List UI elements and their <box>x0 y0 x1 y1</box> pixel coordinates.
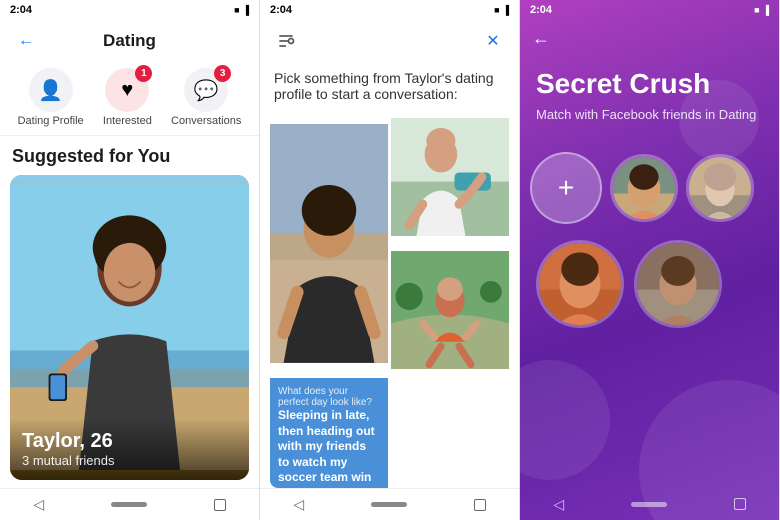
recents-square-3[interactable] <box>734 498 746 510</box>
battery-icon-3: ■ <box>754 5 759 15</box>
p3-content: Secret Crush Match with Facebook friends… <box>520 57 779 136</box>
deco-circle-2 <box>520 360 610 480</box>
bottom-nav-3: ◁ <box>520 488 779 520</box>
signal-icon-3: ▐ <box>763 5 769 15</box>
time-3: 2:04 <box>530 4 552 16</box>
crush-avatar-svg-2 <box>689 157 751 219</box>
interested-label: Interested <box>103 115 152 127</box>
back-gesture-2[interactable]: ◁ <box>293 496 304 513</box>
back-button-1[interactable]: ← <box>12 27 40 55</box>
p2-header: ✕ <box>260 20 519 62</box>
recents-square[interactable] <box>214 499 226 511</box>
nav-item-interested[interactable]: ♥ 1 Interested <box>103 68 152 127</box>
photo-svg-2 <box>391 112 509 242</box>
back-gesture-3[interactable]: ◁ <box>553 496 564 513</box>
crush-avatar-2[interactable] <box>686 154 754 222</box>
status-bar-1: 2:04 ■ ▐ <box>0 0 259 20</box>
panel-secret-crush: 2:04 ■ ▐ ← Secret Crush Match with Faceb… <box>520 0 780 520</box>
conversations-badge: 3 <box>214 65 231 82</box>
signal-icon: ▐ <box>243 5 249 15</box>
photo-grid: What does your perfect day look like? Sl… <box>270 112 509 488</box>
status-icons-2: ■ ▐ <box>494 5 509 15</box>
back-gesture[interactable]: ◁ <box>33 496 44 513</box>
photo-cell-3[interactable] <box>391 245 509 375</box>
secret-crush-title: Secret Crush <box>536 69 763 100</box>
close-button[interactable]: ✕ <box>479 27 507 55</box>
crush-avatar-svg-1 <box>613 157 675 219</box>
dating-profile-label: Dating Profile <box>18 115 84 127</box>
photo-svg-1 <box>270 112 388 375</box>
profile-name: Taylor, 26 <box>22 430 237 453</box>
photo-cell-4[interactable]: What does your perfect day look like? Sl… <box>270 378 388 488</box>
nav-item-dating-profile[interactable]: 👤 Dating Profile <box>18 68 84 127</box>
battery-icon-2: ■ <box>494 5 499 15</box>
panel-dating: 2:04 ■ ▐ ← Dating 👤 Dating Profile ♥ 1 I… <box>0 0 260 520</box>
p2-prompt: Pick something from Taylor's dating prof… <box>260 62 519 112</box>
crush-avatar-large-svg-1 <box>539 243 621 325</box>
question-text: What does your perfect day look like? <box>278 386 380 408</box>
bottom-nav-2: ◁ <box>260 488 519 520</box>
interested-icon-bg: ♥ 1 <box>105 68 149 112</box>
p3-header: ← <box>520 20 779 57</box>
dating-profile-icon: 👤 <box>38 78 63 103</box>
profile-card[interactable]: Taylor, 26 3 mutual friends <box>10 175 249 480</box>
crush-avatar-large-2[interactable] <box>634 240 722 328</box>
recents-square-2[interactable] <box>474 499 486 511</box>
photo-cell-1[interactable] <box>270 112 388 375</box>
crush-avatar-large-svg-2 <box>637 243 719 325</box>
signal-icon-2: ▐ <box>503 5 509 15</box>
status-icons-1: ■ ▐ <box>234 5 249 15</box>
dating-nav: 👤 Dating Profile ♥ 1 Interested 💬 3 Conv… <box>0 62 259 136</box>
suggested-label: Suggested for You <box>0 136 259 175</box>
status-bar-3: 2:04 ■ ▐ <box>520 0 779 20</box>
conversations-label: Conversations <box>171 115 241 127</box>
status-bar-2: 2:04 ■ ▐ <box>260 0 519 20</box>
conversations-icon-bg: 💬 3 <box>184 68 228 112</box>
answer-text: Sleeping in late, then heading out with … <box>278 408 380 488</box>
crush-avatar-large-1[interactable] <box>536 240 624 328</box>
filter-icon <box>276 31 296 51</box>
crush-avatars-row: + <box>520 136 779 240</box>
battery-icon: ■ <box>234 5 239 15</box>
interested-icon: ♥ <box>121 79 133 102</box>
crush-avatar-1[interactable] <box>610 154 678 222</box>
bottom-nav-1: ◁ <box>0 488 259 520</box>
dating-title: Dating <box>40 31 219 51</box>
dating-profile-icon-bg: 👤 <box>29 68 73 112</box>
interested-badge: 1 <box>135 65 152 82</box>
dating-header: ← Dating <box>0 20 259 62</box>
profile-overlay: Taylor, 26 3 mutual friends <box>10 418 249 480</box>
photo-cell-2[interactable] <box>391 112 509 242</box>
home-pill-3[interactable] <box>631 502 667 507</box>
add-crush-button[interactable]: + <box>530 152 602 224</box>
filter-button[interactable] <box>272 27 300 55</box>
secret-crush-subtitle: Match with Facebook friends in Dating <box>536 106 763 124</box>
photo-svg-3 <box>391 245 509 375</box>
crush-bottom-row <box>520 240 779 328</box>
conversations-icon: 💬 <box>194 78 219 103</box>
profile-mutual: 3 mutual friends <box>22 453 237 468</box>
home-pill[interactable] <box>111 502 147 507</box>
status-icons-3: ■ ▐ <box>754 5 769 15</box>
time-2: 2:04 <box>270 4 292 16</box>
back-button-3[interactable]: ← <box>532 28 550 49</box>
time-1: 2:04 <box>10 4 32 16</box>
panel-conversation: 2:04 ■ ▐ ✕ Pick something from Taylor's … <box>260 0 520 520</box>
home-pill-2[interactable] <box>371 502 407 507</box>
nav-item-conversations[interactable]: 💬 3 Conversations <box>171 68 241 127</box>
